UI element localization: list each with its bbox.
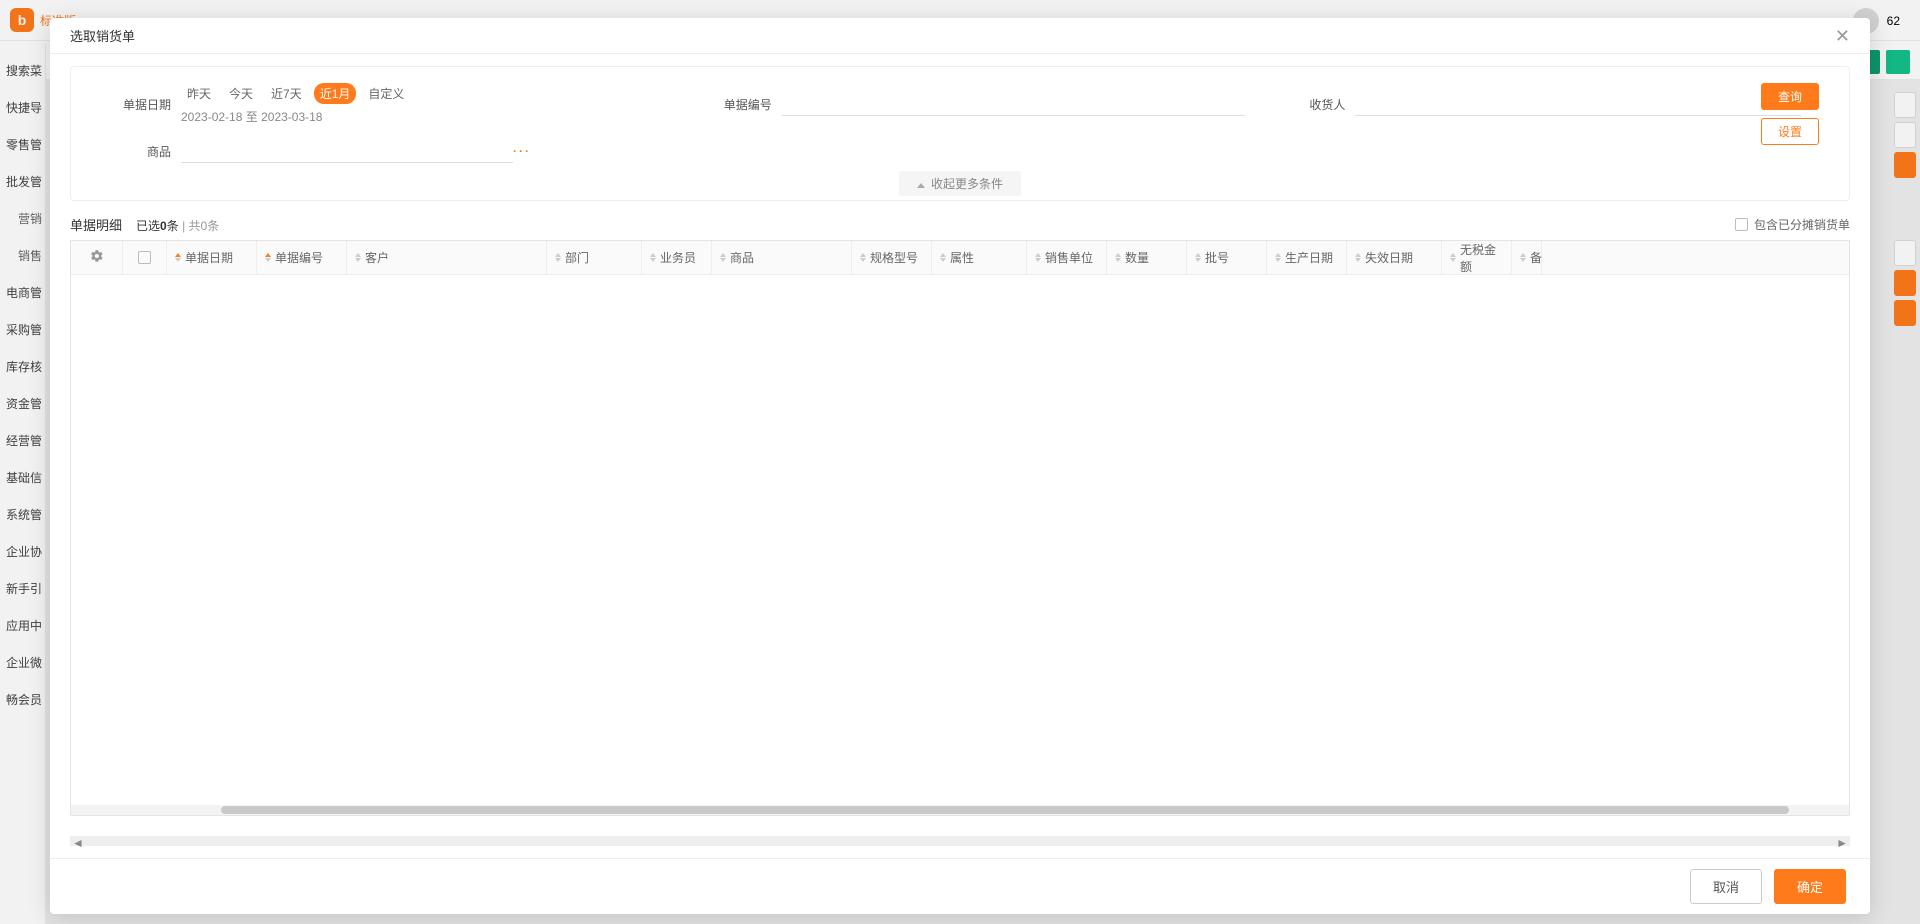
receiver-input[interactable] <box>1355 92 1801 116</box>
sort-icon <box>1450 253 1456 262</box>
body-scrollbar[interactable]: ◄► <box>70 836 1850 846</box>
close-icon[interactable]: ✕ <box>1835 27 1850 45</box>
column-header-customer[interactable]: 客户 <box>347 241 547 274</box>
filter-code-label: 单据编号 <box>702 96 772 113</box>
column-header-remark[interactable]: 备 <box>1512 241 1542 274</box>
chevron-up-icon <box>917 177 925 191</box>
table-settings-button[interactable] <box>71 241 123 274</box>
column-header-sales[interactable]: 业务员 <box>642 241 712 274</box>
table-body <box>71 275 1849 805</box>
horizontal-scrollbar[interactable] <box>71 805 1849 815</box>
selection-info: 已选0条 | 共0条 <box>136 217 219 234</box>
modal-title: 选取销货单 <box>70 26 135 45</box>
column-header-product[interactable]: 商品 <box>712 241 852 274</box>
date-range: 2023-02-18 至 2023-03-18 <box>181 108 410 125</box>
date-preset[interactable]: 自定义 <box>362 83 410 104</box>
order-code-input[interactable] <box>782 92 1246 116</box>
column-header-unit[interactable]: 销售单位 <box>1027 241 1107 274</box>
sort-icon <box>175 253 181 262</box>
results-table: 单据日期单据编号客户部门业务员商品规格型号属性销售单位数量批号生产日期失效日期无… <box>70 240 1850 816</box>
filter-product-label: 商品 <box>101 143 171 160</box>
date-preset[interactable]: 近7天 <box>265 83 308 104</box>
sort-icon <box>940 253 946 262</box>
sort-icon <box>265 253 271 262</box>
include-split-checkbox[interactable]: 包含已分摊销货单 <box>1735 216 1850 233</box>
confirm-button[interactable]: 确定 <box>1774 869 1846 904</box>
date-preset[interactable]: 今天 <box>223 83 259 104</box>
select-all-checkbox[interactable] <box>123 241 167 274</box>
column-header-batch[interactable]: 批号 <box>1187 241 1267 274</box>
product-input[interactable] <box>181 139 513 163</box>
column-header-code[interactable]: 单据编号 <box>257 241 347 274</box>
column-header-exp_date[interactable]: 失效日期 <box>1347 241 1442 274</box>
gear-icon <box>90 249 104 266</box>
column-header-prod_date[interactable]: 生产日期 <box>1267 241 1347 274</box>
select-sales-order-modal: 选取销货单 ✕ 单据日期 昨天今天近7天近1月自定义 2023-02-18 至 … <box>50 18 1870 914</box>
date-preset[interactable]: 近1月 <box>314 83 357 104</box>
tab-detail[interactable]: 单据明细 <box>70 215 122 234</box>
more-icon[interactable]: ··· <box>513 144 531 158</box>
sort-icon <box>1520 253 1526 262</box>
column-header-qty[interactable]: 数量 <box>1107 241 1187 274</box>
sort-icon <box>1275 253 1281 262</box>
date-preset[interactable]: 昨天 <box>181 83 217 104</box>
date-presets: 昨天今天近7天近1月自定义 <box>181 83 410 104</box>
search-button[interactable]: 查询 <box>1761 83 1819 110</box>
collapse-filters-button[interactable]: 收起更多条件 <box>899 171 1021 196</box>
filter-date-label: 单据日期 <box>101 96 171 113</box>
column-header-untax[interactable]: 无税金额 <box>1442 241 1512 274</box>
filter-receiver-label: 收货人 <box>1275 96 1345 113</box>
column-header-attr[interactable]: 属性 <box>932 241 1027 274</box>
column-header-spec[interactable]: 规格型号 <box>852 241 932 274</box>
sort-icon <box>860 253 866 262</box>
column-header-date[interactable]: 单据日期 <box>167 241 257 274</box>
sort-icon <box>720 253 726 262</box>
sort-icon <box>555 253 561 262</box>
sort-icon <box>355 253 361 262</box>
sort-icon <box>1115 253 1121 262</box>
sort-icon <box>650 253 656 262</box>
column-header-dept[interactable]: 部门 <box>547 241 642 274</box>
sort-icon <box>1195 253 1201 262</box>
filter-panel: 单据日期 昨天今天近7天近1月自定义 2023-02-18 至 2023-03-… <box>70 66 1850 201</box>
filter-settings-button[interactable]: 设置 <box>1761 118 1819 145</box>
cancel-button[interactable]: 取消 <box>1690 869 1762 904</box>
sort-icon <box>1355 253 1361 262</box>
sort-icon <box>1035 253 1041 262</box>
